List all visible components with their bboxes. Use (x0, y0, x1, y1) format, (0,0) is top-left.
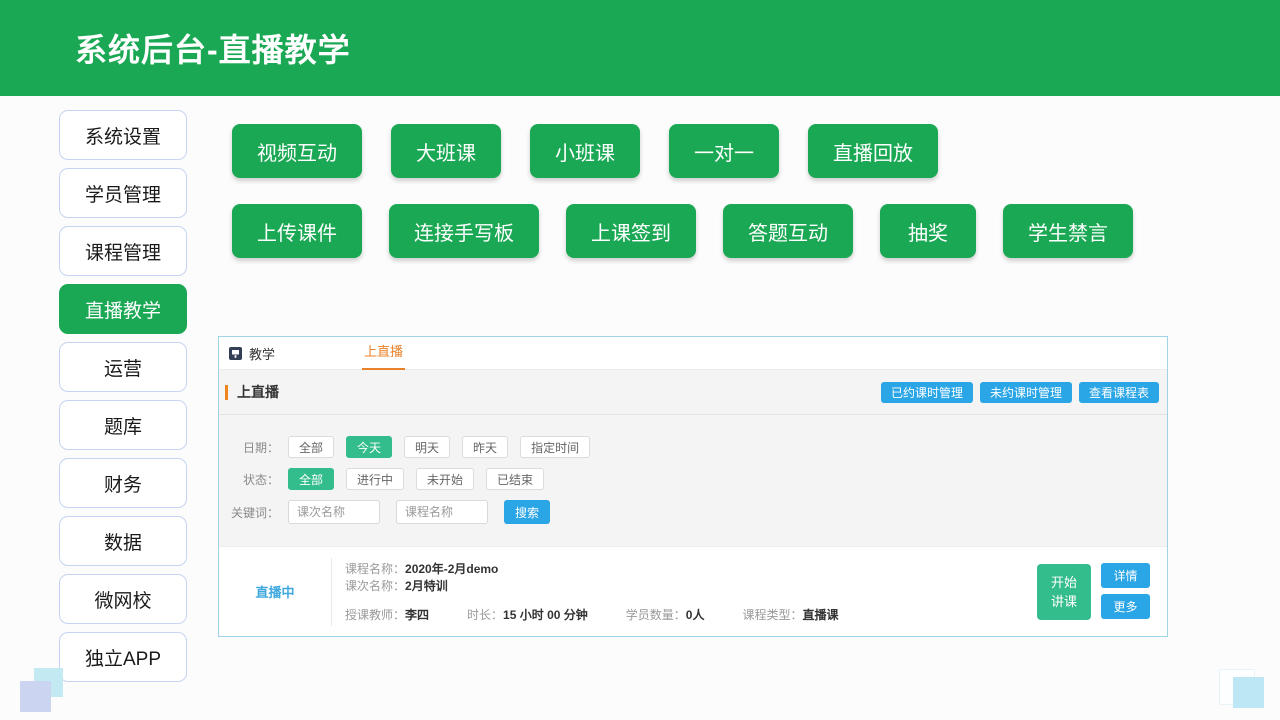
feature-button[interactable]: 连接手写板 (389, 204, 539, 258)
tab-live-broadcast[interactable]: 上直播 (362, 337, 405, 370)
field-value: 2月特训 (405, 577, 448, 594)
feature-button[interactable]: 视频互动 (232, 124, 362, 178)
sidebar-item[interactable]: 运营 (59, 342, 187, 392)
section-accent-bar (225, 385, 228, 400)
filter-area: 日期： 全部 今天 明天 昨天 指定时间 状态： 全部 (219, 415, 1167, 546)
course-field-row: 课程名称： 2020年-2月demo 课次名称： 2月特训 (345, 560, 1037, 594)
feature-button[interactable]: 一对一 (669, 124, 779, 178)
course-meta-item: 时长：15 小时 00 分钟 (467, 606, 588, 623)
start-teaching-button[interactable]: 开始 讲课 (1037, 564, 1091, 620)
sidebar-item[interactable]: 数据 (59, 516, 187, 566)
status-filter-chip[interactable]: 全部 (288, 468, 334, 490)
filter-row-status: 状态： 全部 进行中 未开始 已结束 (231, 468, 1167, 490)
feature-button[interactable]: 答题互动 (723, 204, 853, 258)
row-divider (331, 558, 332, 626)
feature-button[interactable]: 大班课 (391, 124, 501, 178)
teaching-board-icon (229, 347, 242, 360)
feature-buttons-row-2: 上传课件 连接手写板 上课签到 答题互动 抽奖 学生禁言 (232, 204, 1133, 258)
course-meta-item: 学员数量：0人 (626, 606, 705, 623)
section-action-button[interactable]: 未约课时管理 (980, 382, 1072, 403)
status-filter-chip[interactable]: 进行中 (346, 468, 404, 490)
filter-label-status: 状态： (231, 471, 279, 488)
detail-button[interactable]: 详情 (1101, 563, 1150, 588)
sidebar-item[interactable]: 系统设置 (59, 110, 187, 160)
feature-button[interactable]: 上课签到 (566, 204, 696, 258)
sidebar-item[interactable]: 财务 (59, 458, 187, 508)
page-title: 系统后台-直播教学 (75, 25, 351, 71)
course-meta-item: 授课教师：李四 (345, 606, 429, 623)
filter-row-date: 日期： 全部 今天 明天 昨天 指定时间 (231, 436, 1167, 458)
feature-buttons-row-1: 视频互动 大班课 小班课 一对一 直播回放 (232, 124, 938, 178)
sidebar-item[interactable]: 课程管理 (59, 226, 187, 276)
more-button[interactable]: 更多 (1101, 594, 1150, 619)
sidebar-item[interactable]: 微网校 (59, 574, 187, 624)
filter-row-keyword: 关键词： 搜索 (231, 500, 1167, 524)
status-chip-group: 全部 进行中 未开始 已结束 (288, 468, 544, 490)
live-class-panel: 教学 上直播 上直播 已约课时管理 未约课时管理 查看课程表 日期： 全部 今天 (218, 336, 1168, 637)
section-action-button[interactable]: 查看课程表 (1079, 382, 1159, 403)
lesson-name-input[interactable] (288, 500, 380, 524)
section-action-buttons: 已约课时管理 未约课时管理 查看课程表 (881, 382, 1159, 403)
search-button[interactable]: 搜索 (504, 500, 550, 524)
course-status-badge: 直播中 (219, 582, 331, 601)
feature-button[interactable]: 学生禁言 (1003, 204, 1133, 258)
page-header: 系统后台-直播教学 (0, 0, 1280, 96)
date-filter-chip[interactable]: 明天 (404, 436, 450, 458)
field-label: 课程名称： (345, 560, 405, 577)
feature-button[interactable]: 直播回放 (808, 124, 938, 178)
date-filter-chip[interactable]: 今天 (346, 436, 392, 458)
field-value: 2020年-2月demo (405, 560, 498, 577)
date-filter-chip[interactable]: 指定时间 (520, 436, 590, 458)
section-title: 上直播 (237, 382, 279, 402)
start-button-line1: 开始 (1051, 573, 1077, 592)
date-filter-chip[interactable]: 全部 (288, 436, 334, 458)
start-button-line2: 讲课 (1051, 592, 1077, 611)
sidebar-item[interactable]: 独立APP (59, 632, 187, 682)
decorative-square-bottom-right-front (1233, 677, 1264, 708)
feature-button[interactable]: 抽奖 (880, 204, 976, 258)
sidebar-item[interactable]: 题库 (59, 400, 187, 450)
course-field: 课程名称： 2020年-2月demo (345, 560, 1037, 577)
sidebar-item[interactable]: 学员管理 (59, 168, 187, 218)
status-filter-chip[interactable]: 已结束 (486, 468, 544, 490)
panel-topbar: 教学 上直播 (219, 337, 1167, 370)
course-name-input[interactable] (396, 500, 488, 524)
decorative-square-bottom-left-front (20, 681, 51, 712)
feature-button[interactable]: 小班课 (530, 124, 640, 178)
section-action-button[interactable]: 已约课时管理 (881, 382, 973, 403)
course-row: 直播中 课程名称： 2020年-2月demo 课次名称： 2月特训 授课教师：李… (219, 546, 1167, 636)
status-filter-chip[interactable]: 未开始 (416, 468, 474, 490)
sidebar-nav: 系统设置 学员管理 课程管理 直播教学 运营 题库 财务 数据 微网校 独立AP… (59, 110, 187, 690)
course-meta-row: 授课教师：李四 时长：15 小时 00 分钟 学员数量：0人 课程类型：直播课 (345, 606, 1037, 623)
sidebar-item[interactable]: 直播教学 (59, 284, 187, 334)
date-chip-group: 全部 今天 明天 昨天 指定时间 (288, 436, 590, 458)
date-filter-chip[interactable]: 昨天 (462, 436, 508, 458)
filter-label-date: 日期： (231, 439, 279, 456)
feature-button[interactable]: 上传课件 (232, 204, 362, 258)
course-meta-item: 课程类型：直播课 (742, 606, 838, 623)
course-details: 课程名称： 2020年-2月demo 课次名称： 2月特训 授课教师：李四 时长：… (345, 560, 1037, 623)
course-field: 课次名称： 2月特训 (345, 577, 1037, 594)
panel-app-label: 教学 (249, 344, 275, 363)
filter-label-keyword: 关键词： (231, 504, 279, 521)
course-actions: 开始 讲课 详情 更多 (1037, 547, 1159, 636)
field-label: 课次名称： (345, 577, 405, 594)
panel-section-header: 上直播 已约课时管理 未约课时管理 查看课程表 (219, 370, 1167, 415)
